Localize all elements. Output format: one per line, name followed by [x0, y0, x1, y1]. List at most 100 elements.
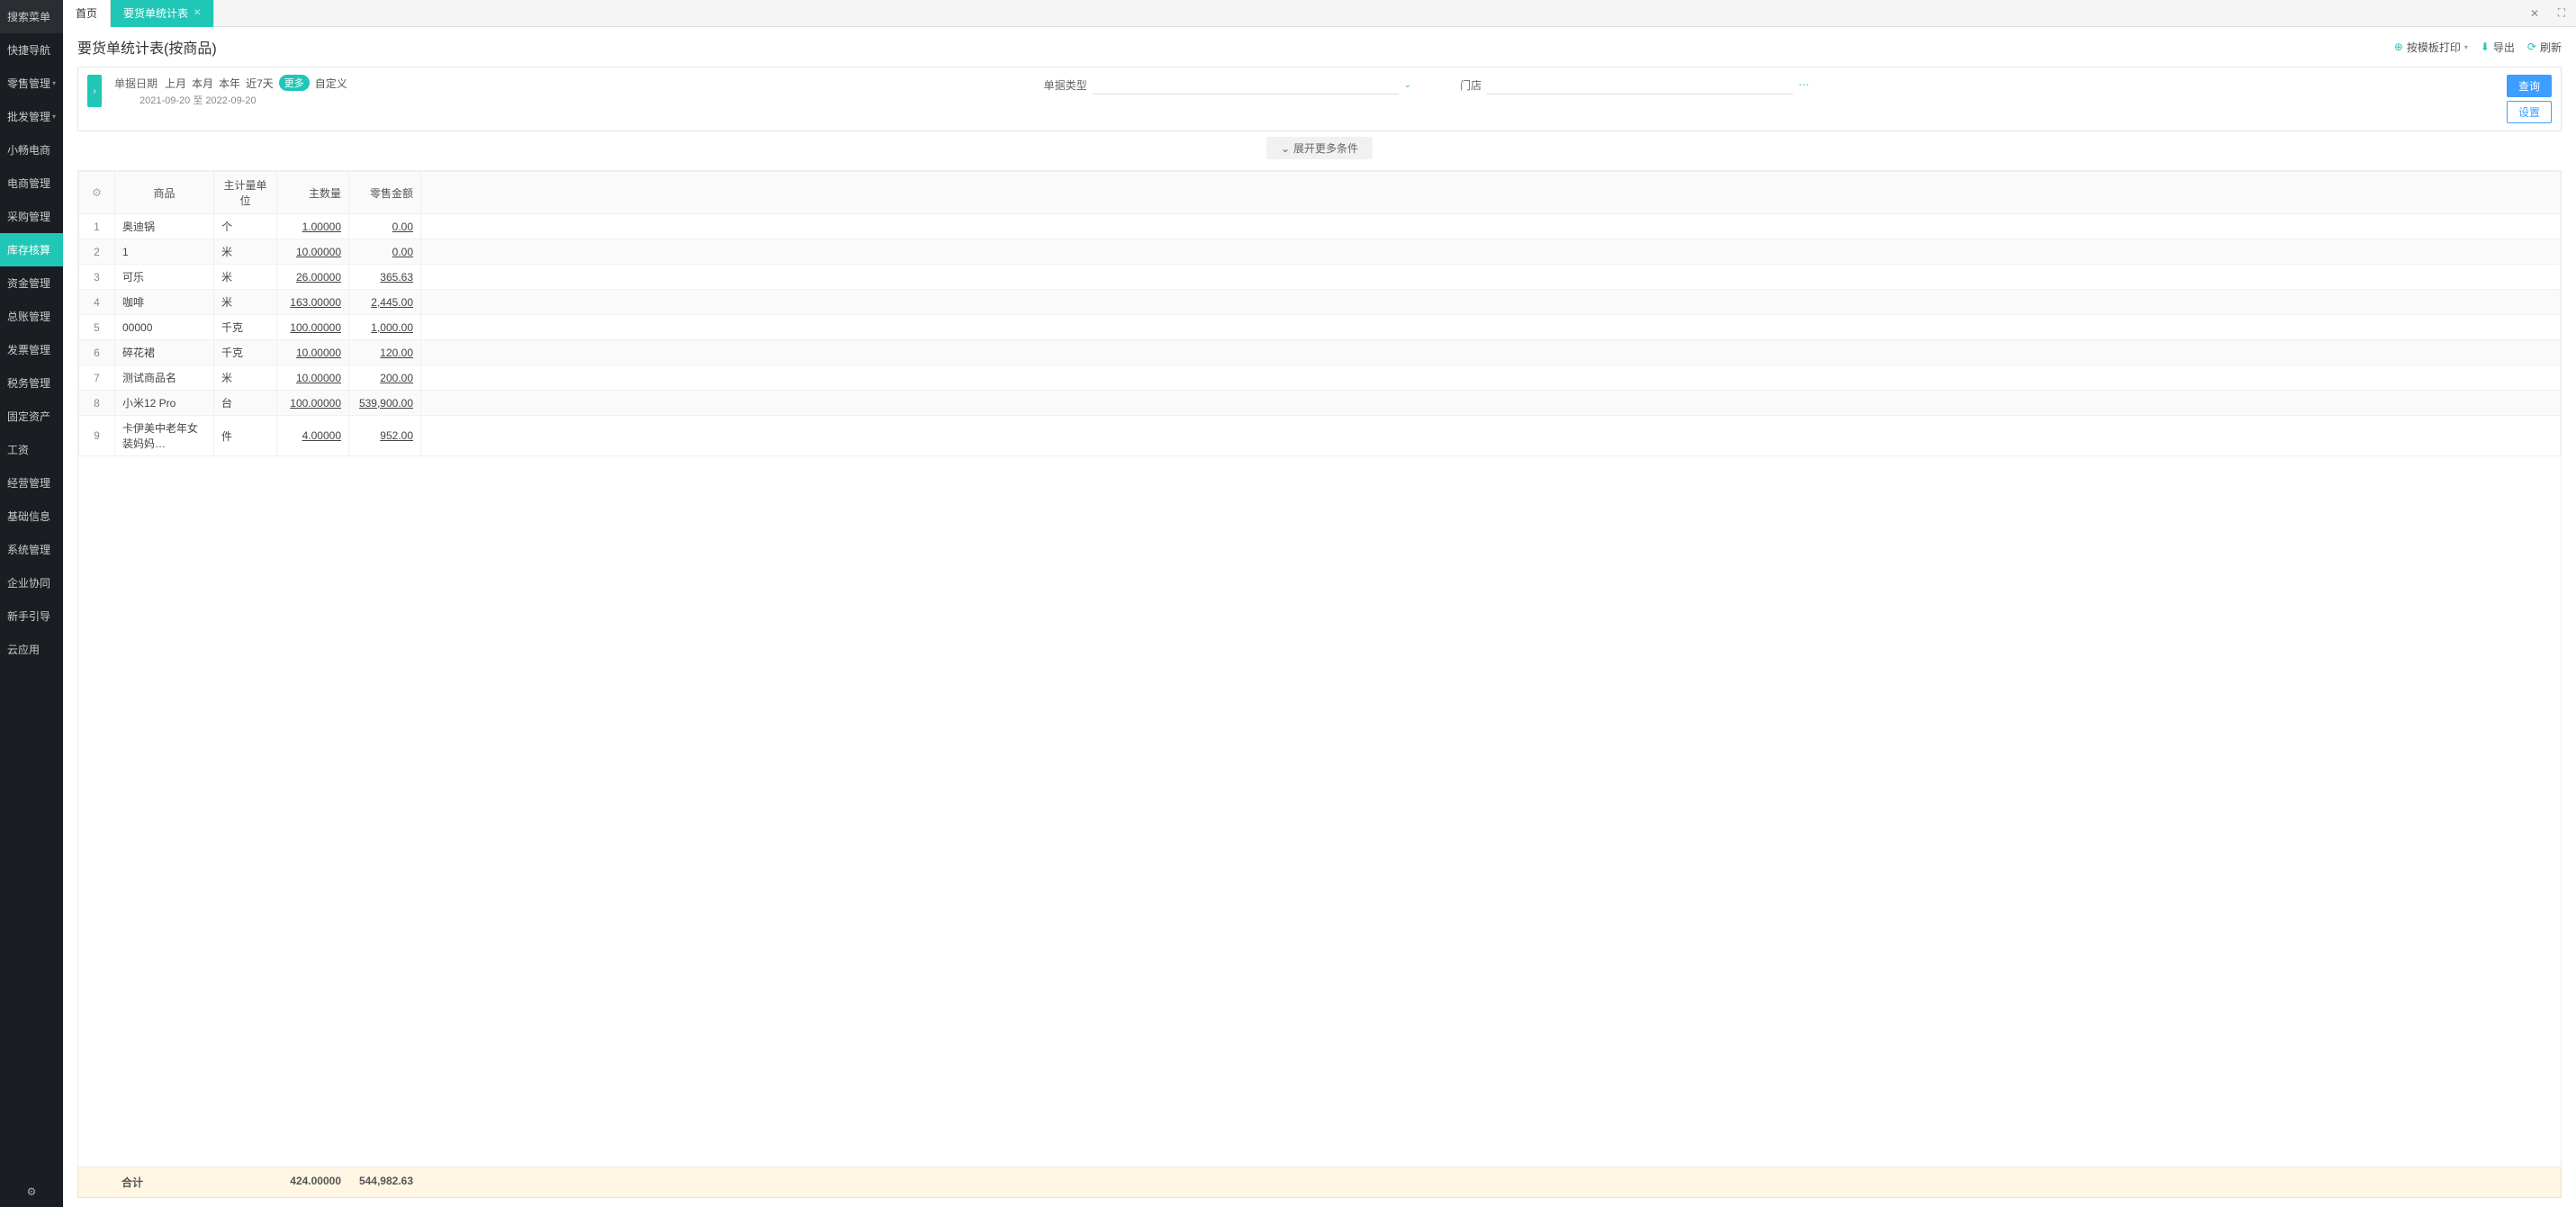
cell-amount[interactable]: 120.00	[349, 340, 421, 365]
gear-icon: ⚙	[27, 1185, 37, 1198]
tab-1[interactable]: 要货单统计表✕	[111, 0, 214, 27]
table-scroll[interactable]: ⚙ 商品 主计量单位 主数量 零售金额 1奥迪锅个1.000000.0021米1…	[77, 170, 2562, 1167]
table-row[interactable]: 7测试商品名米10.00000200.00	[79, 365, 2561, 391]
cell-unit: 千克	[214, 340, 277, 365]
date-last-7[interactable]: 近7天	[246, 76, 274, 91]
sidebar-item-11[interactable]: 税务管理	[0, 366, 63, 400]
table-row[interactable]: 6碎花裙千克10.00000120.00	[79, 340, 2561, 365]
sidebar-item-8[interactable]: 资金管理	[0, 266, 63, 300]
cell-amount[interactable]: 200.00	[349, 365, 421, 391]
expand-label: 展开更多条件	[1293, 140, 1358, 156]
filter-collapse-handle[interactable]: ›	[87, 75, 102, 107]
cell-product: 可乐	[115, 265, 214, 290]
cell-amount[interactable]: 1,000.00	[349, 315, 421, 340]
cell-unit: 台	[214, 391, 277, 416]
fullscreen-toggle[interactable]: ⛶	[2551, 3, 2572, 24]
filter-date-group: 单据日期 上月 本月 本年 近7天 更多 自定义 2021-09-20 至 20…	[114, 75, 347, 107]
sidebar-item-5[interactable]: 电商管理	[0, 167, 63, 200]
chevron-down-icon: ▾	[52, 79, 56, 87]
sidebar-item-label: 企业协同	[7, 575, 50, 590]
cell-amount[interactable]: 365.63	[349, 265, 421, 290]
sidebar-item-label: 固定资产	[7, 409, 50, 424]
cell-amount[interactable]: 0.00	[349, 239, 421, 265]
sidebar-item-17[interactable]: 企业协同	[0, 566, 63, 599]
table-row[interactable]: 8小米12 Pro台100.00000539,900.00	[79, 391, 2561, 416]
sidebar-item-label: 小畅电商	[7, 142, 50, 158]
cell-amount[interactable]: 952.00	[349, 416, 421, 456]
cell-qty[interactable]: 10.00000	[277, 340, 349, 365]
date-custom[interactable]: 自定义	[315, 76, 347, 91]
sidebar-item-label: 批发管理	[7, 109, 50, 124]
cell-amount[interactable]: 2,445.00	[349, 290, 421, 315]
sidebar-item-label: 库存核算	[7, 242, 50, 257]
col-spacer	[421, 172, 2561, 214]
date-this-year[interactable]: 本年	[219, 76, 240, 91]
cell-product: 卡伊美中老年女装妈妈…	[115, 416, 214, 456]
date-this-month[interactable]: 本月	[192, 76, 213, 91]
more-options-icon[interactable]: ⋯	[1798, 78, 1810, 91]
table-row[interactable]: 3可乐米26.00000365.63	[79, 265, 2561, 290]
sidebar-item-4[interactable]: 小畅电商	[0, 133, 63, 167]
cell-qty[interactable]: 100.00000	[277, 315, 349, 340]
export-label: 导出	[2493, 40, 2515, 55]
table-row[interactable]: 21米10.000000.00	[79, 239, 2561, 265]
cell-unit: 千克	[214, 315, 277, 340]
sidebar-item-label: 电商管理	[7, 176, 50, 191]
table-row[interactable]: 500000千克100.000001,000.00	[79, 315, 2561, 340]
cell-qty[interactable]: 10.00000	[277, 365, 349, 391]
query-button[interactable]: 查询	[2507, 75, 2552, 97]
sidebar-item-14[interactable]: 经营管理	[0, 466, 63, 500]
table-row[interactable]: 1奥迪锅个1.000000.00	[79, 214, 2561, 239]
col-qty[interactable]: 主数量	[277, 172, 349, 214]
cell-qty[interactable]: 26.00000	[277, 265, 349, 290]
sidebar-item-9[interactable]: 总账管理	[0, 300, 63, 333]
doc-type-label: 单据类型	[1044, 77, 1087, 93]
table-wrap: ⚙ 商品 主计量单位 主数量 零售金额 1奥迪锅个1.000000.0021米1…	[63, 165, 2576, 1207]
cell-qty[interactable]: 100.00000	[277, 391, 349, 416]
sidebar-item-16[interactable]: 系统管理	[0, 533, 63, 566]
tab-0[interactable]: 首页	[63, 0, 111, 27]
close-all-tabs[interactable]: ✕	[2524, 3, 2545, 24]
sidebar-item-6[interactable]: 采购管理	[0, 200, 63, 233]
table-footer: 合计 424.00000 544,982.63	[77, 1167, 2562, 1198]
sidebar-item-label: 发票管理	[7, 342, 50, 357]
sidebar-item-7[interactable]: 库存核算	[0, 233, 63, 266]
cell-unit: 个	[214, 214, 277, 239]
sidebar-item-18[interactable]: 新手引导	[0, 599, 63, 633]
expand-filters-button[interactable]: ⌄ 展开更多条件	[1266, 137, 1373, 159]
sidebar-item-13[interactable]: 工资	[0, 433, 63, 466]
chevron-down-icon[interactable]: ⌄	[1404, 80, 1411, 90]
col-unit[interactable]: 主计量单位	[214, 172, 277, 214]
column-settings[interactable]: ⚙	[79, 172, 115, 214]
print-action[interactable]: ⊕ 按模板打印 ▾	[2394, 40, 2468, 55]
date-last-month[interactable]: 上月	[165, 76, 186, 91]
sidebar-item-2[interactable]: 零售管理▾	[0, 67, 63, 100]
cell-amount[interactable]: 0.00	[349, 214, 421, 239]
settings-gear[interactable]: ⚙	[0, 1176, 63, 1207]
sidebar-item-0[interactable]: 搜索菜单	[0, 0, 63, 33]
sidebar-item-10[interactable]: 发票管理	[0, 333, 63, 366]
cell-qty[interactable]: 10.00000	[277, 239, 349, 265]
col-product[interactable]: 商品	[115, 172, 214, 214]
cell-qty[interactable]: 4.00000	[277, 416, 349, 456]
doc-type-input[interactable]	[1093, 75, 1399, 95]
close-icon[interactable]: ✕	[194, 8, 201, 18]
sidebar-item-15[interactable]: 基础信息	[0, 500, 63, 533]
cell-qty[interactable]: 1.00000	[277, 214, 349, 239]
date-more[interactable]: 更多	[279, 75, 310, 91]
sidebar-item-19[interactable]: 云应用	[0, 633, 63, 666]
table-row[interactable]: 9卡伊美中老年女装妈妈…件4.00000952.00	[79, 416, 2561, 456]
config-button[interactable]: 设置	[2507, 101, 2552, 123]
col-amount[interactable]: 零售金额	[349, 172, 421, 214]
sidebar-item-1[interactable]: 快捷导航	[0, 33, 63, 67]
cell-unit: 米	[214, 365, 277, 391]
sidebar-item-12[interactable]: 固定资产	[0, 400, 63, 433]
refresh-action[interactable]: ⟳ 刷新	[2527, 40, 2562, 55]
cell-amount[interactable]: 539,900.00	[349, 391, 421, 416]
cell-qty[interactable]: 163.00000	[277, 290, 349, 315]
sidebar-item-label: 云应用	[7, 642, 40, 657]
export-action[interactable]: ⬇ 导出	[2481, 40, 2515, 55]
table-row[interactable]: 4咖啡米163.000002,445.00	[79, 290, 2561, 315]
sidebar-item-3[interactable]: 批发管理▾	[0, 100, 63, 133]
store-input[interactable]	[1487, 75, 1793, 95]
